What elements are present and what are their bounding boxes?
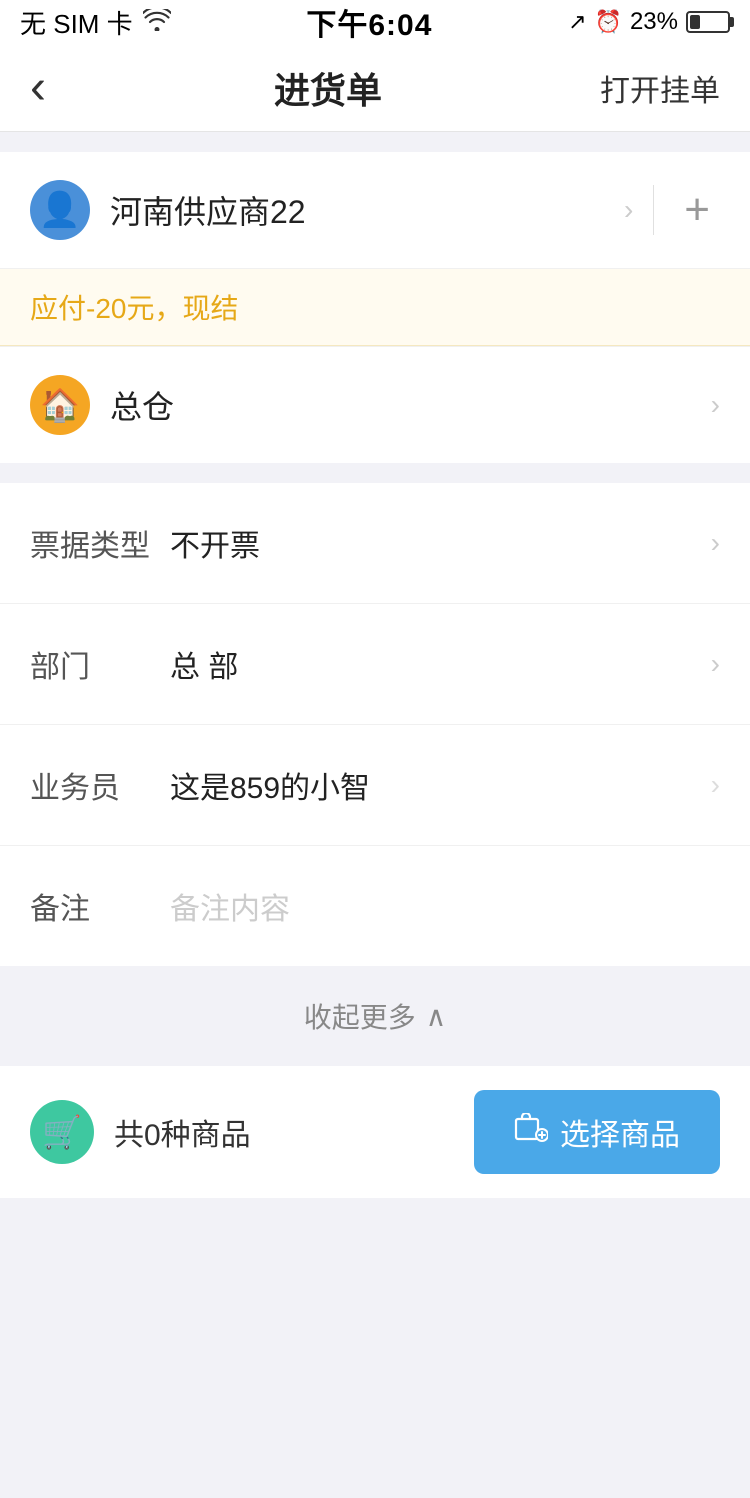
supplier-avatar: 👤 bbox=[30, 180, 90, 240]
supplier-name: 河南供应商22 bbox=[110, 187, 624, 233]
carrier-label: 无 SIM 卡 bbox=[20, 4, 133, 41]
supplier-row[interactable]: 👤 河南供应商22 › + bbox=[0, 152, 750, 269]
avatar-icon: 👤 bbox=[39, 190, 81, 230]
select-product-icon bbox=[514, 1113, 548, 1151]
remark-input[interactable]: 备注内容 bbox=[170, 884, 720, 928]
product-count-label: 共0种商品 bbox=[114, 1110, 474, 1154]
collapse-row[interactable]: 收起更多 ∧ bbox=[0, 968, 750, 1064]
page-title: 进货单 bbox=[274, 62, 382, 114]
invoice-type-value: 不开票 bbox=[170, 521, 711, 565]
warehouse-icon: 🏠 bbox=[40, 386, 80, 424]
department-chevron-icon: › bbox=[711, 648, 720, 680]
supplier-section: 👤 河南供应商22 › + 应付-20元，现结 🏠 总仓 › bbox=[0, 152, 750, 463]
remark-row[interactable]: 备注 备注内容 bbox=[0, 846, 750, 966]
invoice-type-label: 票据类型 bbox=[30, 521, 170, 565]
warehouse-row[interactable]: 🏠 总仓 › bbox=[0, 346, 750, 463]
form-section: 票据类型 不开票 › 部门 总 部 › 业务员 这是859的小智 › 备注 备注… bbox=[0, 483, 750, 966]
status-bar: 无 SIM 卡 下午6:04 ↗ ⏰ 23% bbox=[0, 0, 750, 44]
back-button[interactable]: ‹ bbox=[20, 50, 56, 125]
warehouse-icon-wrap: 🏠 bbox=[30, 375, 90, 435]
product-icon-wrap: 🛒 bbox=[30, 1100, 94, 1164]
page-background bbox=[0, 1198, 750, 1498]
department-label: 部门 bbox=[30, 642, 170, 686]
select-product-button[interactable]: 选择商品 bbox=[474, 1090, 720, 1174]
salesperson-row[interactable]: 业务员 这是859的小智 › bbox=[0, 725, 750, 846]
section-divider-1 bbox=[0, 132, 750, 152]
status-time: 下午6:04 bbox=[306, 0, 432, 44]
open-pending-button[interactable]: 打开挂单 bbox=[600, 66, 720, 110]
battery-pct-label: 23% bbox=[630, 8, 678, 36]
salesperson-chevron-icon: › bbox=[711, 769, 720, 801]
add-button[interactable]: + bbox=[674, 185, 720, 235]
warehouse-chevron-icon: › bbox=[711, 389, 720, 421]
product-icon: 🛒 bbox=[42, 1113, 82, 1151]
notice-bar: 应付-20元，现结 bbox=[0, 269, 750, 346]
collapse-icon: ∧ bbox=[426, 1000, 447, 1033]
supplier-chevron-icon: › bbox=[624, 194, 633, 226]
select-product-label: 选择商品 bbox=[560, 1110, 680, 1154]
location-icon: ↗ bbox=[568, 9, 586, 35]
alarm-icon: ⏰ bbox=[595, 9, 622, 35]
department-value: 总 部 bbox=[170, 642, 711, 686]
invoice-type-row[interactable]: 票据类型 不开票 › bbox=[0, 483, 750, 604]
remark-label: 备注 bbox=[30, 884, 170, 928]
salesperson-label: 业务员 bbox=[30, 763, 170, 807]
notice-text: 应付-20元，现结 bbox=[30, 293, 238, 324]
bottom-bar: 🛒 共0种商品 选择商品 bbox=[0, 1066, 750, 1198]
status-left: 无 SIM 卡 bbox=[20, 4, 171, 41]
invoice-type-chevron-icon: › bbox=[711, 527, 720, 559]
salesperson-value: 这是859的小智 bbox=[170, 763, 711, 807]
row-divider bbox=[653, 185, 654, 235]
battery-icon bbox=[686, 11, 730, 33]
wifi-icon bbox=[143, 7, 171, 38]
collapse-label: 收起更多 bbox=[304, 996, 416, 1036]
status-right: ↗ ⏰ 23% bbox=[568, 8, 730, 36]
nav-bar: ‹ 进货单 打开挂单 bbox=[0, 44, 750, 132]
department-row[interactable]: 部门 总 部 › bbox=[0, 604, 750, 725]
warehouse-name: 总仓 bbox=[110, 382, 711, 428]
